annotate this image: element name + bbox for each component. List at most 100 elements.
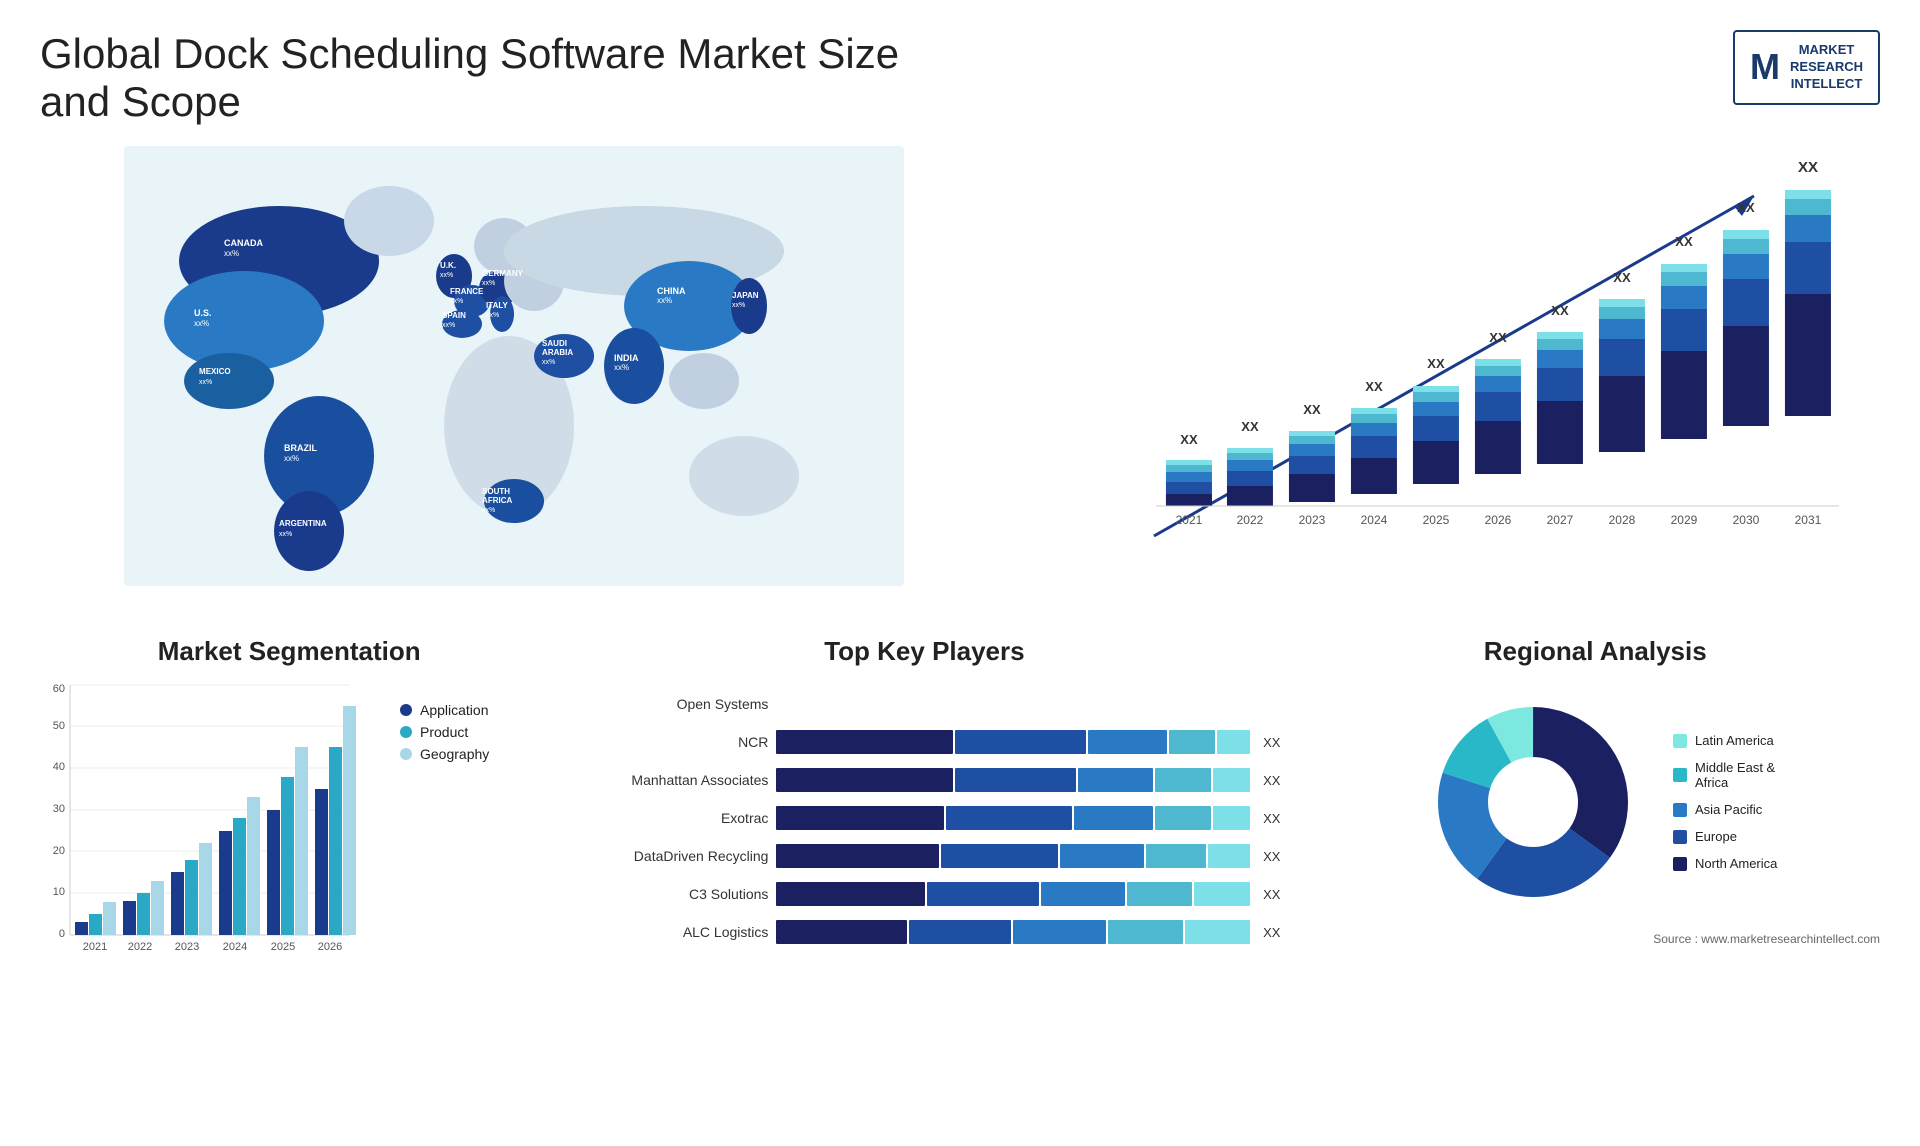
player-xx-c3: XX [1263,887,1280,902]
player-bar-c3 [776,882,1250,906]
label-japan: JAPAN [732,291,759,300]
year-2025: 2025 [1423,513,1450,527]
val-saudi: xx% [542,359,555,366]
bar-2025-seg2 [1413,416,1459,441]
bar-2027-seg4 [1537,339,1583,350]
player-xx-ncr: XX [1263,735,1280,750]
bar-label-2026: XX [1489,330,1507,345]
val-southafrica: xx% [482,507,495,514]
val-canada: xx% [224,249,239,258]
player-row-opensystems: Open Systems [568,692,1280,716]
segmentation-section: Market Segmentation 0 10 20 30 40 50 60 [40,636,538,968]
bar-2022-seg3 [1227,460,1273,471]
bar-2025-seg5 [1413,386,1459,392]
bar-2021-seg5 [1166,460,1212,465]
seg-2022-app [123,901,136,935]
top-section: CANADA xx% U.S. xx% MEXICO xx% BRAZIL xx… [40,146,1880,606]
player-row-manhattan: Manhattan Associates XX [568,768,1280,792]
donut-color-middle-east [1673,768,1687,782]
bar-2030-seg3 [1723,254,1769,279]
bar-2029-seg3 [1661,286,1707,309]
regional-title: Regional Analysis [1310,636,1880,667]
bar-2021-seg2 [1166,482,1212,494]
bar-2022-seg1 [1227,486,1273,506]
year-2030: 2030 [1733,513,1760,527]
val-france: xx% [450,298,463,305]
val-china: xx% [657,296,672,305]
bar-2027-seg2 [1537,368,1583,401]
bar-label-2023: XX [1303,402,1321,417]
label-saudi: SAUDI [542,339,567,348]
donut-legend-middle-east: Middle East &Africa [1673,760,1777,790]
year-2027: 2027 [1547,513,1574,527]
bar-c3-4 [1127,882,1192,906]
val-germany: xx% [482,280,495,287]
donut-label-europe: Europe [1695,829,1737,844]
bar-label-2022: XX [1241,419,1259,434]
bar-2029-seg4 [1661,272,1707,286]
bar-2023-seg4 [1289,436,1335,444]
seg-2025-geo [295,747,308,935]
label-southafrica2: AFRICA [482,496,512,505]
source-text: Source : www.marketresearchintellect.com [1310,932,1880,946]
legend-label-geography: Geography [420,746,489,762]
bar-2027-seg1 [1537,401,1583,464]
year-2029: 2029 [1671,513,1698,527]
player-name-c3: C3 Solutions [568,886,768,902]
bar-2028-seg1 [1599,376,1645,452]
bar-2025-seg3 [1413,402,1459,416]
bar-2028-seg2 [1599,339,1645,376]
bar-exotrac-3 [1074,806,1153,830]
bar-ncr-2 [955,730,1085,754]
bar-manhattan-3 [1078,768,1153,792]
map-mexico [184,353,274,409]
player-row-exotrac: Exotrac XX [568,806,1280,830]
player-bar-alc [776,920,1250,944]
label-germany: GERMANY [482,269,524,278]
bar-2029-seg1 [1661,351,1707,439]
donut-color-europe [1673,830,1687,844]
bar-2024-seg2 [1351,436,1397,458]
val-us: xx% [194,319,209,328]
bar-2024-seg5 [1351,408,1397,414]
bar-2027-seg3 [1537,350,1583,368]
bar-label-2027: XX [1551,303,1569,318]
growth-chart-section: XX XX XX XX [1018,146,1880,606]
bar-exotrac-4 [1155,806,1211,830]
bar-alc-3 [1013,920,1106,944]
player-row-alc: ALC Logistics XX [568,920,1280,944]
bar-2030-seg1 [1723,326,1769,426]
bar-2031-seg5 [1785,190,1831,199]
bar-datadriven-1 [776,844,939,868]
bar-2031-seg3 [1785,215,1831,242]
bar-ncr-4 [1169,730,1216,754]
bar-2022-seg2 [1227,471,1273,486]
label-spain: SPAIN [442,311,466,320]
player-name-alc: ALC Logistics [568,924,768,940]
bar-2021-seg1 [1166,494,1212,506]
bar-datadriven-5 [1208,844,1250,868]
bar-2028-seg4 [1599,307,1645,319]
bar-2026-seg3 [1475,376,1521,392]
bar-label-2028: XX [1613,270,1631,285]
year-2028: 2028 [1609,513,1636,527]
val-mexico: xx% [199,379,212,386]
seg-2025-prod [281,777,294,935]
label-brazil: BRAZIL [284,443,317,453]
map-australia [689,436,799,516]
donut-center [1489,758,1577,846]
player-bar-manhattan [776,768,1250,792]
seg-y-50: 50 [53,720,65,732]
world-map: CANADA xx% U.S. xx% MEXICO xx% BRAZIL xx… [40,146,988,586]
logo: M MARKET RESEARCH INTELLECT [1733,30,1880,105]
donut-legend-latin-america: Latin America [1673,733,1777,748]
seg-y-30: 30 [53,803,65,815]
bar-manhattan-5 [1213,768,1250,792]
donut-legend: Latin America Middle East &Africa Asia P… [1673,733,1777,871]
legend-dot-product [400,726,412,738]
bar-2021-seg4 [1166,465,1212,472]
bar-manhattan-1 [776,768,953,792]
bar-exotrac-1 [776,806,944,830]
donut-chart [1413,682,1653,922]
legend-geography: Geography [400,746,489,762]
